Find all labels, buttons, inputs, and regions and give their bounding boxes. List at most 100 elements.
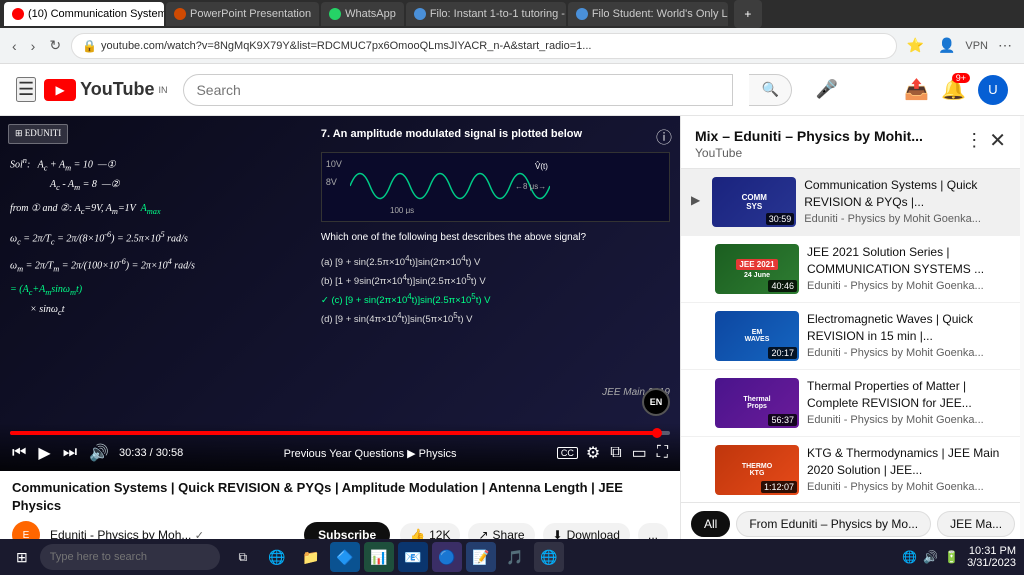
taskbar-icon-teams[interactable]: 🔵 <box>432 542 462 572</box>
taskbar-icon-music[interactable]: 🎵 <box>500 542 530 572</box>
tab-filo2[interactable]: Filo Student: World's Only Liv... <box>568 2 728 26</box>
playlist-item-channel-4: Eduniti - Physics by Mohit Goenka... <box>807 414 1010 426</box>
svg-text:V̂(t): V̂(t) <box>535 162 548 171</box>
tab-label-3: WhatsApp <box>345 8 396 20</box>
playlist-item[interactable]: ThermalProps 56:37 Thermal Properties of… <box>681 370 1020 437</box>
filter-tab-jee[interactable]: JEE Ma... <box>937 511 1015 537</box>
cc-badge[interactable]: CC <box>557 447 578 459</box>
volume-icon[interactable]: 🔊 <box>923 550 938 564</box>
playlist-thumb-4: ThermalProps 56:37 <box>715 378 799 428</box>
video-controls: ⏮ ▶ ⏭ 🔊 30:33 / 30:58 Previous Year Ques… <box>0 423 680 471</box>
filter-tab-eduniti[interactable]: From Eduniti – Physics by Mo... <box>736 511 931 537</box>
taskbar-icon-edge[interactable]: 🌐 <box>262 542 292 572</box>
forward-button[interactable]: › <box>27 34 40 58</box>
back-button[interactable]: ‹ <box>8 34 21 58</box>
playlist-items-list: ▶ COMMSYS 30:59 Communication Systems | … <box>681 169 1020 502</box>
taskbar-icon-word[interactable]: 📝 <box>466 542 496 572</box>
tab-favicon-2 <box>174 8 186 20</box>
taskbar-icon-app1[interactable]: 🔷 <box>330 542 360 572</box>
extensions-button[interactable]: ⭐ <box>903 33 928 58</box>
play-pause-button[interactable]: ▶ <box>36 441 52 465</box>
playlist-item[interactable]: ▶ COMMSYS 30:59 Communication Systems | … <box>681 169 1020 236</box>
video-section: ⊞ EDUNITI Soln: Ac + Am = 10 —① Ac - Am … <box>0 116 680 545</box>
filter-tab-all[interactable]: All <box>691 511 730 537</box>
address-text: youtube.com/watch?v=8NgMqK9X79Y&list=RDC… <box>101 40 885 52</box>
tab-favicon-3 <box>329 8 341 20</box>
taskbar-sys-icons: 🌐 🔊 🔋 <box>902 550 959 564</box>
info-icon[interactable]: ⓘ <box>656 124 672 148</box>
yt-logo-area: ☰ YouTubeIN <box>16 77 167 102</box>
controls-right: CC ⚙ ⧉ ▭ ⛶ <box>557 441 670 465</box>
skip-forward-button[interactable]: ⏭ <box>61 442 79 464</box>
settings-button[interactable]: ⋯ <box>994 33 1016 58</box>
playlist-item[interactable]: THERMOKTG 1:12:07 KTG & Thermodynamics |… <box>681 437 1020 502</box>
battery-icon[interactable]: 🔋 <box>944 550 959 564</box>
miniplayer-button[interactable]: ⧉ <box>608 442 623 464</box>
taskbar-pinned-icons: ⧉ 🌐 📁 🔷 📊 📧 🔵 📝 🎵 🌐 <box>228 542 564 572</box>
hamburger-menu-button[interactable]: ☰ <box>16 77 36 102</box>
playlist-item-title-3: Electromagnetic Waves | Quick REVISION i… <box>807 311 1010 345</box>
taskbar-clock[interactable]: 10:31 PM 3/31/2023 <box>967 545 1016 569</box>
thumb-duration-1: 30:59 <box>766 213 795 225</box>
playlist-item[interactable]: JEE 2021 24 June 40:46 JEE 2021 Solution… <box>681 236 1020 303</box>
search-input[interactable] <box>183 74 733 106</box>
network-icon[interactable]: 🌐 <box>902 550 917 564</box>
tab-communication[interactable]: (10) Communication Systems ... × <box>4 2 164 26</box>
skip-back-button[interactable]: ⏮ <box>10 442 28 464</box>
taskbar-icon-explorer[interactable]: 📁 <box>296 542 326 572</box>
tab-favicon-4 <box>414 8 426 20</box>
playlist-close-button[interactable]: ✕ <box>989 128 1006 153</box>
video-title: Communication Systems | Quick REVISION &… <box>12 479 668 515</box>
thumb-duration-4: 56:37 <box>768 414 797 426</box>
tab-filo1[interactable]: Filo: Instant 1-to-1 tutoring - App... <box>406 2 566 26</box>
progress-bar[interactable] <box>10 431 670 435</box>
taskbar-icon-outlook[interactable]: 📧 <box>398 542 428 572</box>
thumb-duration-5: 1:12:07 <box>761 481 797 493</box>
upload-button[interactable]: 📤 <box>904 77 929 102</box>
playlist-item-title-4: Thermal Properties of Matter | Complete … <box>807 378 1010 412</box>
new-tab-button[interactable]: + <box>734 0 762 28</box>
playlist-channel: YouTube <box>695 146 923 160</box>
navigation-bar: ‹ › ↻ 🔒 youtube.com/watch?v=8NgMqK9X79Y&… <box>0 28 1024 64</box>
taskbar-icon-task-view[interactable]: ⧉ <box>228 542 258 572</box>
playlist-item-channel-3: Eduniti - Physics by Mohit Goenka... <box>807 347 1010 359</box>
start-button[interactable]: ⊞ <box>8 545 36 570</box>
tab-whatsapp[interactable]: WhatsApp <box>321 2 404 26</box>
taskbar-icon-excel[interactable]: 📊 <box>364 542 394 572</box>
refresh-button[interactable]: ↻ <box>45 33 65 58</box>
volume-button[interactable]: 🔊 <box>87 441 111 465</box>
nav-right-icons: ⭐ 👤 VPN ⋯ <box>903 33 1017 58</box>
controls-row: ⏮ ▶ ⏭ 🔊 30:33 / 30:58 Previous Year Ques… <box>10 441 670 465</box>
yt-logo[interactable]: YouTubeIN <box>44 79 167 101</box>
search-button[interactable]: 🔍 <box>749 74 791 106</box>
tab-powerpoint[interactable]: PowerPoint Presentation <box>166 2 319 26</box>
video-info-section: Communication Systems | Quick REVISION &… <box>0 471 680 545</box>
playlist-thumb-3: EMWAVES 20:17 <box>715 311 799 361</box>
settings-video-button[interactable]: ⚙ <box>584 441 602 465</box>
profiles-button[interactable]: 👤 <box>934 33 959 58</box>
browser-tabs-bar: (10) Communication Systems ... × PowerPo… <box>0 0 1024 28</box>
taskbar-right: 🌐 🔊 🔋 10:31 PM 3/31/2023 <box>902 545 1016 569</box>
playlist-header: Mix – Eduniti – Physics by Mohit... YouT… <box>681 116 1020 169</box>
fullscreen-button[interactable]: ⛶ <box>655 442 670 464</box>
taskbar-icon-chrome[interactable]: 🌐 <box>534 542 564 572</box>
microphone-icon[interactable]: 🎤 <box>816 79 838 100</box>
playlist-item-info-3: Electromagnetic Waves | Quick REVISION i… <box>807 311 1010 359</box>
address-bar[interactable]: 🔒 youtube.com/watch?v=8NgMqK9X79Y&list=R… <box>71 33 896 59</box>
math-equations: Soln: Ac + Am = 10 —① Ac - Am = 8 —② fro… <box>10 154 301 321</box>
lock-icon: 🔒 <box>82 39 97 53</box>
taskbar-search-input[interactable] <box>40 544 220 570</box>
windows-icon: ⊞ <box>16 549 28 566</box>
user-avatar[interactable]: U <box>978 75 1008 105</box>
playlist-sidebar: Mix – Eduniti – Physics by Mohit... YouT… <box>680 116 1020 545</box>
playlist-item[interactable]: EMWAVES 20:17 Electromagnetic Waves | Qu… <box>681 303 1020 370</box>
tab-label-4: Filo: Instant 1-to-1 tutoring - App... <box>430 8 566 20</box>
playlist-item-title-2: JEE 2021 Solution Series | COMMUNICATION… <box>807 244 1010 278</box>
playlist-more-button[interactable]: ⋮ <box>965 128 983 153</box>
vpn-badge: VPN <box>965 40 988 52</box>
theater-mode-button[interactable]: ▭ <box>630 441 649 465</box>
math-right-panel: 7. An amplitude modulated signal is plot… <box>311 116 680 471</box>
playlist-thumb-5: THERMOKTG 1:12:07 <box>715 445 799 495</box>
en-badge: EN <box>642 388 670 416</box>
notifications-button[interactable]: 🔔 9+ <box>941 77 966 102</box>
